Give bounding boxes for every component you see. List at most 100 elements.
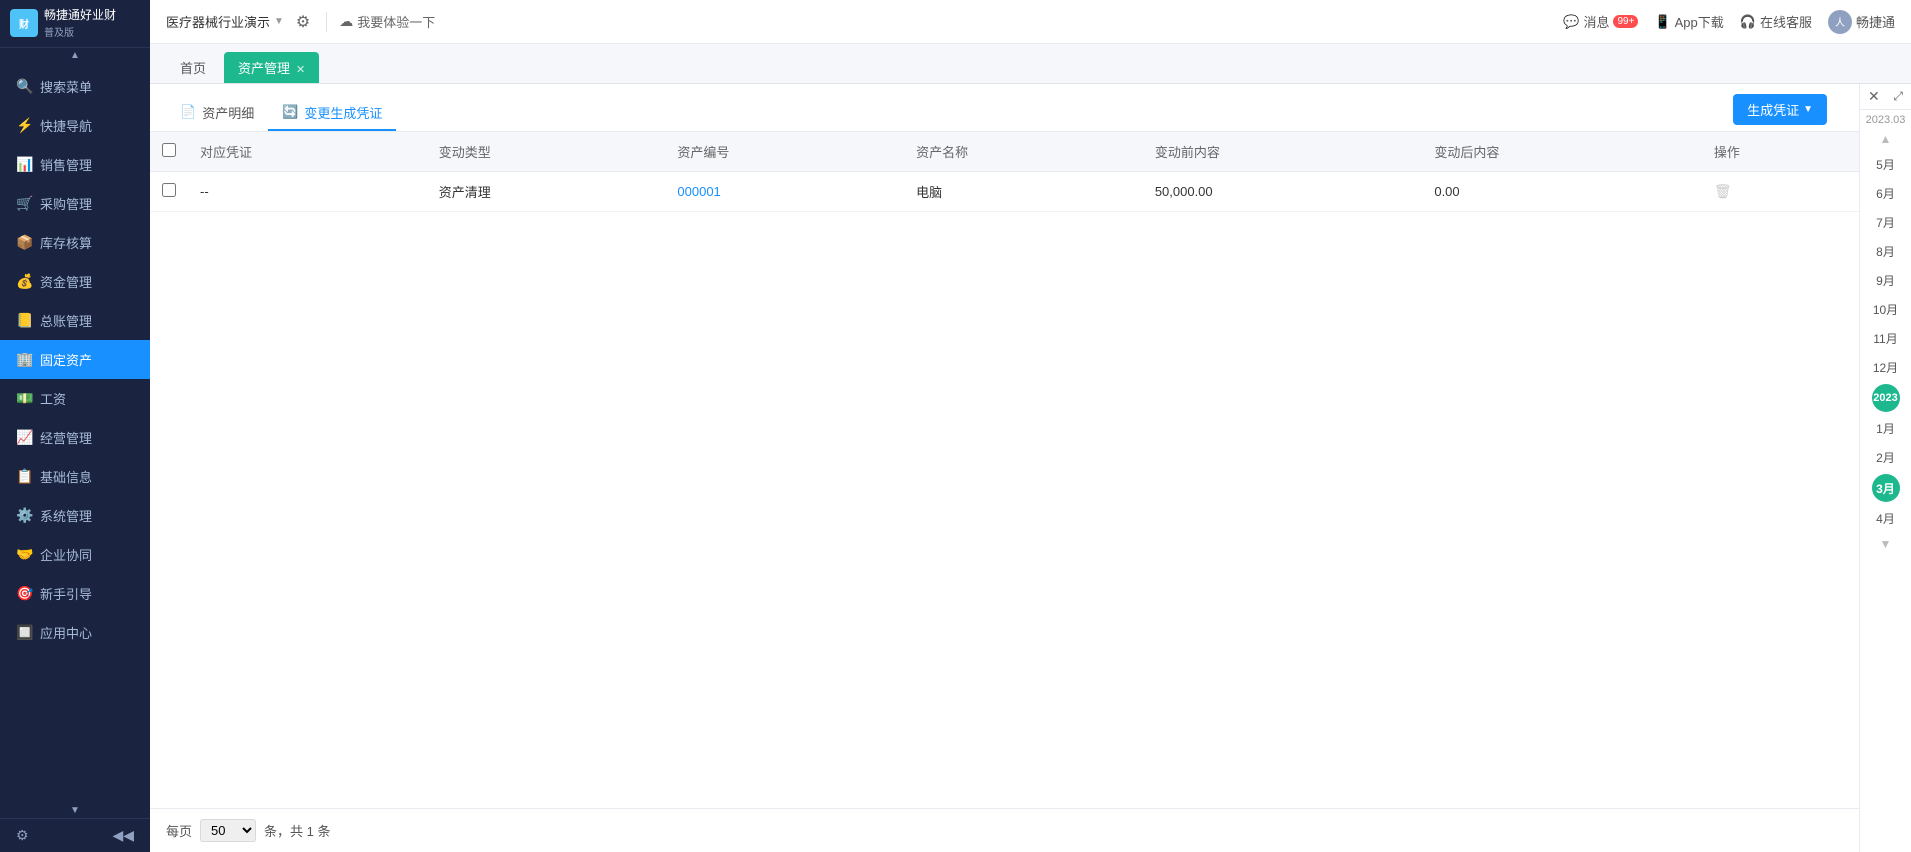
sidebar-item-sales[interactable]: 📊 销售管理 xyxy=(0,145,150,184)
right-panel-scroll: 2023.03▲5月6月7月8月9月10月11月12月20231月2月3月4月▼ xyxy=(1860,110,1911,555)
sidebar-scroll-up[interactable]: ▲ xyxy=(0,48,150,63)
topbar: 医疗器械行业演示 ▼ ⚙ ☁ 我要体验一下 💬 消息 99+ 📱 App下载 🎧… xyxy=(150,0,1911,44)
col-header-asset-name: 资产名称 xyxy=(904,132,1143,172)
generate-arrow-icon: ▼ xyxy=(1803,104,1813,115)
select-all-checkbox[interactable] xyxy=(162,143,176,157)
sidebar-item-app-center[interactable]: 🔲 应用中心 xyxy=(0,613,150,652)
month-item[interactable]: 3月 xyxy=(1872,474,1900,502)
right-panel-year-label: 2023.03 xyxy=(1866,110,1906,128)
table-row: -- 资产清理 000001 电脑 50,000.00 0.00 🗑 xyxy=(150,172,1859,212)
sidebar-label-sales: 销售管理 xyxy=(40,155,92,174)
sidebar-label-search: 搜索菜单 xyxy=(40,77,92,96)
content-panel: 📄 资产明细 🔄 变更生成凭证 生成凭证 ▼ 对应凭证变动类型资产编号资产名称变… xyxy=(150,84,1859,852)
sidebar-item-finance[interactable]: 💰 资金管理 xyxy=(0,262,150,301)
month-item[interactable]: 1月 xyxy=(1860,414,1911,443)
inner-tab-icon-asset-list: 📄 xyxy=(180,104,196,120)
inner-tab-asset-list[interactable]: 📄 资产明细 xyxy=(166,96,268,131)
total-count: 条，共 1 条 xyxy=(264,821,330,840)
user-menu[interactable]: 人 畅捷通 xyxy=(1828,10,1895,34)
messages-button[interactable]: 💬 消息 99+ xyxy=(1563,12,1638,31)
app-logo-icon: 财 xyxy=(10,9,38,37)
trial-button[interactable]: ☁ 我要体验一下 xyxy=(339,12,435,31)
sidebar-label-operations: 经营管理 xyxy=(40,428,92,447)
col-header-after-change: 变动后内容 xyxy=(1422,132,1702,172)
settings-icon[interactable]: ⚙ xyxy=(16,827,29,844)
col-header-change-type: 变动类型 xyxy=(427,132,666,172)
sidebar-item-salary[interactable]: 💵 工资 xyxy=(0,379,150,418)
delete-icon-0[interactable]: 🗑 xyxy=(1714,183,1732,199)
row-before-change-0: 50,000.00 xyxy=(1143,172,1423,212)
month-item[interactable]: 9月 xyxy=(1860,266,1911,295)
sidebar-item-ledger[interactable]: 📒 总账管理 xyxy=(0,301,150,340)
sidebar-item-fixed-assets[interactable]: 🏢 固定资产 xyxy=(0,340,150,379)
sidebar-item-guide[interactable]: 🎯 新手引导 xyxy=(0,574,150,613)
sidebar-item-enterprise[interactable]: 🤝 企业协同 xyxy=(0,535,150,574)
col-header-asset-code: 资产编号 xyxy=(665,132,904,172)
sidebar-icon-sales: 📊 xyxy=(16,156,32,173)
collapse-icon[interactable]: ◀◀ xyxy=(112,827,134,844)
sidebar-label-inventory: 库存核算 xyxy=(40,233,92,252)
col-header-voucher: 对应凭证 xyxy=(188,132,427,172)
sidebar: 财 畅捷通好业财 普及版 ▲ 🔍 搜索菜单 ⚡ 快捷导航 📊 销售管理 🛒 采购… xyxy=(0,0,150,852)
tab-home[interactable]: 首页 xyxy=(166,52,220,83)
month-item[interactable]: 11月 xyxy=(1860,324,1911,353)
tab-asset-management[interactable]: 资产管理 ✕ xyxy=(224,52,319,83)
row-operation-0: 🗑 xyxy=(1702,172,1859,212)
sidebar-item-search[interactable]: 🔍 搜索菜单 xyxy=(0,67,150,106)
inner-tab-change-voucher[interactable]: 🔄 变更生成凭证 xyxy=(268,96,396,131)
sidebar-label-salary: 工资 xyxy=(40,389,66,408)
sidebar-icon-operations: 📈 xyxy=(16,429,32,446)
col-header-before-change: 变动前内容 xyxy=(1143,132,1423,172)
cloud-icon: ☁ xyxy=(339,13,353,30)
sidebar-icon-inventory: 📦 xyxy=(16,234,32,251)
app-download-button[interactable]: 📱 App下载 xyxy=(1654,12,1723,31)
sidebar-item-operations[interactable]: 📈 经营管理 xyxy=(0,418,150,457)
service-icon: 🎧 xyxy=(1740,14,1756,30)
company-selector[interactable]: 医疗器械行业演示 ▼ xyxy=(166,12,284,31)
col-header-operation: 操作 xyxy=(1702,132,1859,172)
right-panel-header: ✕ ⤢ xyxy=(1860,84,1911,110)
right-panel: ✕ ⤢ 2023.03▲5月6月7月8月9月10月11月12月20231月2月3… xyxy=(1859,84,1911,852)
main-area: 医疗器械行业演示 ▼ ⚙ ☁ 我要体验一下 💬 消息 99+ 📱 App下载 🎧… xyxy=(150,0,1911,852)
month-item[interactable]: 6月 xyxy=(1860,179,1911,208)
tab-close-asset-management[interactable]: ✕ xyxy=(296,64,305,76)
sidebar-icon-ledger: 📒 xyxy=(16,312,32,329)
sidebar-icon-purchase: 🛒 xyxy=(16,195,32,212)
settings-gear-icon[interactable]: ⚙ xyxy=(296,12,310,32)
app-name: 畅捷通好业财 xyxy=(44,8,116,24)
company-name: 医疗器械行业演示 xyxy=(166,12,270,31)
tabbar: 首页 资产管理 ✕ xyxy=(150,44,1911,84)
right-panel-close-icon[interactable]: ✕ xyxy=(1868,88,1880,105)
month-item[interactable]: 12月 xyxy=(1860,353,1911,382)
month-item[interactable]: 7月 xyxy=(1860,208,1911,237)
month-item[interactable]: 5月 xyxy=(1860,150,1911,179)
right-panel-expand-icon[interactable]: ⤢ xyxy=(1893,89,1903,104)
inner-tab-label-change-voucher: 变更生成凭证 xyxy=(304,103,382,122)
month-item[interactable]: 8月 xyxy=(1860,237,1911,266)
sidebar-item-basics[interactable]: 📋 基础信息 xyxy=(0,457,150,496)
inner-tab-icon-change-voucher: 🔄 xyxy=(282,104,298,120)
right-panel-up-arrow[interactable]: ▲ xyxy=(1876,128,1896,150)
sidebar-label-guide: 新手引导 xyxy=(40,584,92,603)
generate-voucher-button[interactable]: 生成凭证 ▼ xyxy=(1733,94,1827,125)
sidebar-label-fixed-assets: 固定资产 xyxy=(40,350,92,369)
customer-service-button[interactable]: 🎧 在线客服 xyxy=(1740,12,1812,31)
sidebar-item-system[interactable]: ⚙️ 系统管理 xyxy=(0,496,150,535)
page-size-select[interactable]: 102050100 xyxy=(200,819,256,842)
sidebar-item-quick-nav[interactable]: ⚡ 快捷导航 xyxy=(0,106,150,145)
tab-label-asset-management: 资产管理 xyxy=(238,61,290,76)
month-item[interactable]: 4月 xyxy=(1860,504,1911,533)
download-icon: 📱 xyxy=(1654,14,1670,30)
month-item[interactable]: 10月 xyxy=(1860,295,1911,324)
sidebar-icon-enterprise: 🤝 xyxy=(16,546,32,563)
sidebar-label-purchase: 采购管理 xyxy=(40,194,92,213)
sidebar-scroll-down[interactable]: ▼ xyxy=(0,803,150,818)
month-item[interactable]: 2月 xyxy=(1860,443,1911,472)
sidebar-item-inventory[interactable]: 📦 库存核算 xyxy=(0,223,150,262)
inner-tab-label-asset-list: 资产明细 xyxy=(202,103,254,122)
right-panel-down-arrow[interactable]: ▼ xyxy=(1876,533,1896,555)
sidebar-item-purchase[interactable]: 🛒 采购管理 xyxy=(0,184,150,223)
row-checkbox-0[interactable] xyxy=(162,183,176,197)
year-2023-badge[interactable]: 2023 xyxy=(1872,384,1900,412)
topbar-right: 💬 消息 99+ 📱 App下载 🎧 在线客服 人 畅捷通 xyxy=(1563,10,1895,34)
